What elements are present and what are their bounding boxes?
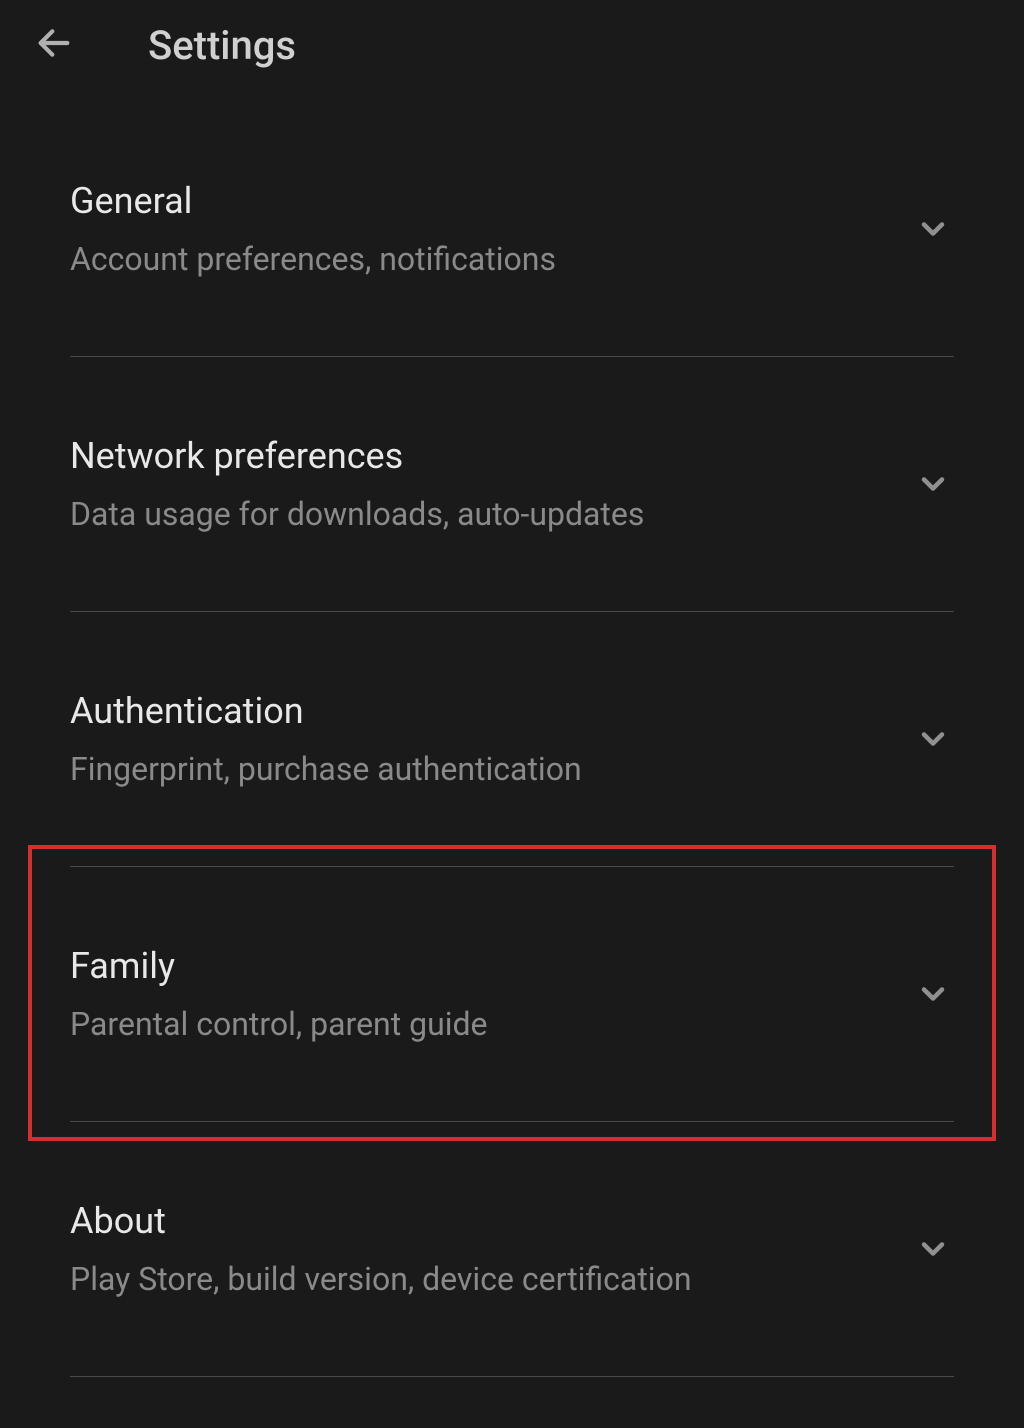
page-title: Settings	[148, 22, 296, 69]
settings-item-title: Authentication	[70, 690, 912, 732]
settings-item-family[interactable]: Family Parental control, parent guide	[0, 905, 1024, 1083]
chevron-down-icon	[912, 1228, 954, 1270]
settings-item-about[interactable]: About Play Store, build version, device …	[0, 1160, 1024, 1338]
settings-item-title: Network preferences	[70, 435, 912, 477]
settings-item-content: Network preferences Data usage for downl…	[70, 435, 912, 533]
header: Settings	[0, 0, 1024, 90]
divider	[70, 866, 954, 867]
divider	[70, 1121, 954, 1122]
settings-item-subtitle: Data usage for downloads, auto-updates	[70, 495, 912, 533]
arrow-left-icon	[34, 23, 74, 67]
settings-item-authentication[interactable]: Authentication Fingerprint, purchase aut…	[0, 650, 1024, 828]
settings-list: General Account preferences, notificatio…	[0, 90, 1024, 1377]
chevron-down-icon	[912, 718, 954, 760]
divider	[70, 356, 954, 357]
chevron-down-icon	[912, 973, 954, 1015]
settings-item-subtitle: Play Store, build version, device certif…	[70, 1260, 912, 1298]
settings-item-content: Family Parental control, parent guide	[70, 945, 912, 1043]
settings-item-network[interactable]: Network preferences Data usage for downl…	[0, 395, 1024, 573]
settings-item-content: General Account preferences, notificatio…	[70, 180, 912, 278]
divider	[70, 611, 954, 612]
settings-item-subtitle: Fingerprint, purchase authentication	[70, 750, 912, 788]
back-button[interactable]	[30, 21, 78, 69]
settings-item-subtitle: Parental control, parent guide	[70, 1005, 912, 1043]
settings-item-title: General	[70, 180, 912, 222]
settings-item-content: About Play Store, build version, device …	[70, 1200, 912, 1298]
settings-item-subtitle: Account preferences, notifications	[70, 240, 912, 278]
chevron-down-icon	[912, 208, 954, 250]
chevron-down-icon	[912, 463, 954, 505]
divider	[70, 1376, 954, 1377]
settings-item-general[interactable]: General Account preferences, notificatio…	[0, 140, 1024, 318]
settings-item-title: About	[70, 1200, 912, 1242]
settings-item-title: Family	[70, 945, 912, 987]
settings-item-content: Authentication Fingerprint, purchase aut…	[70, 690, 912, 788]
